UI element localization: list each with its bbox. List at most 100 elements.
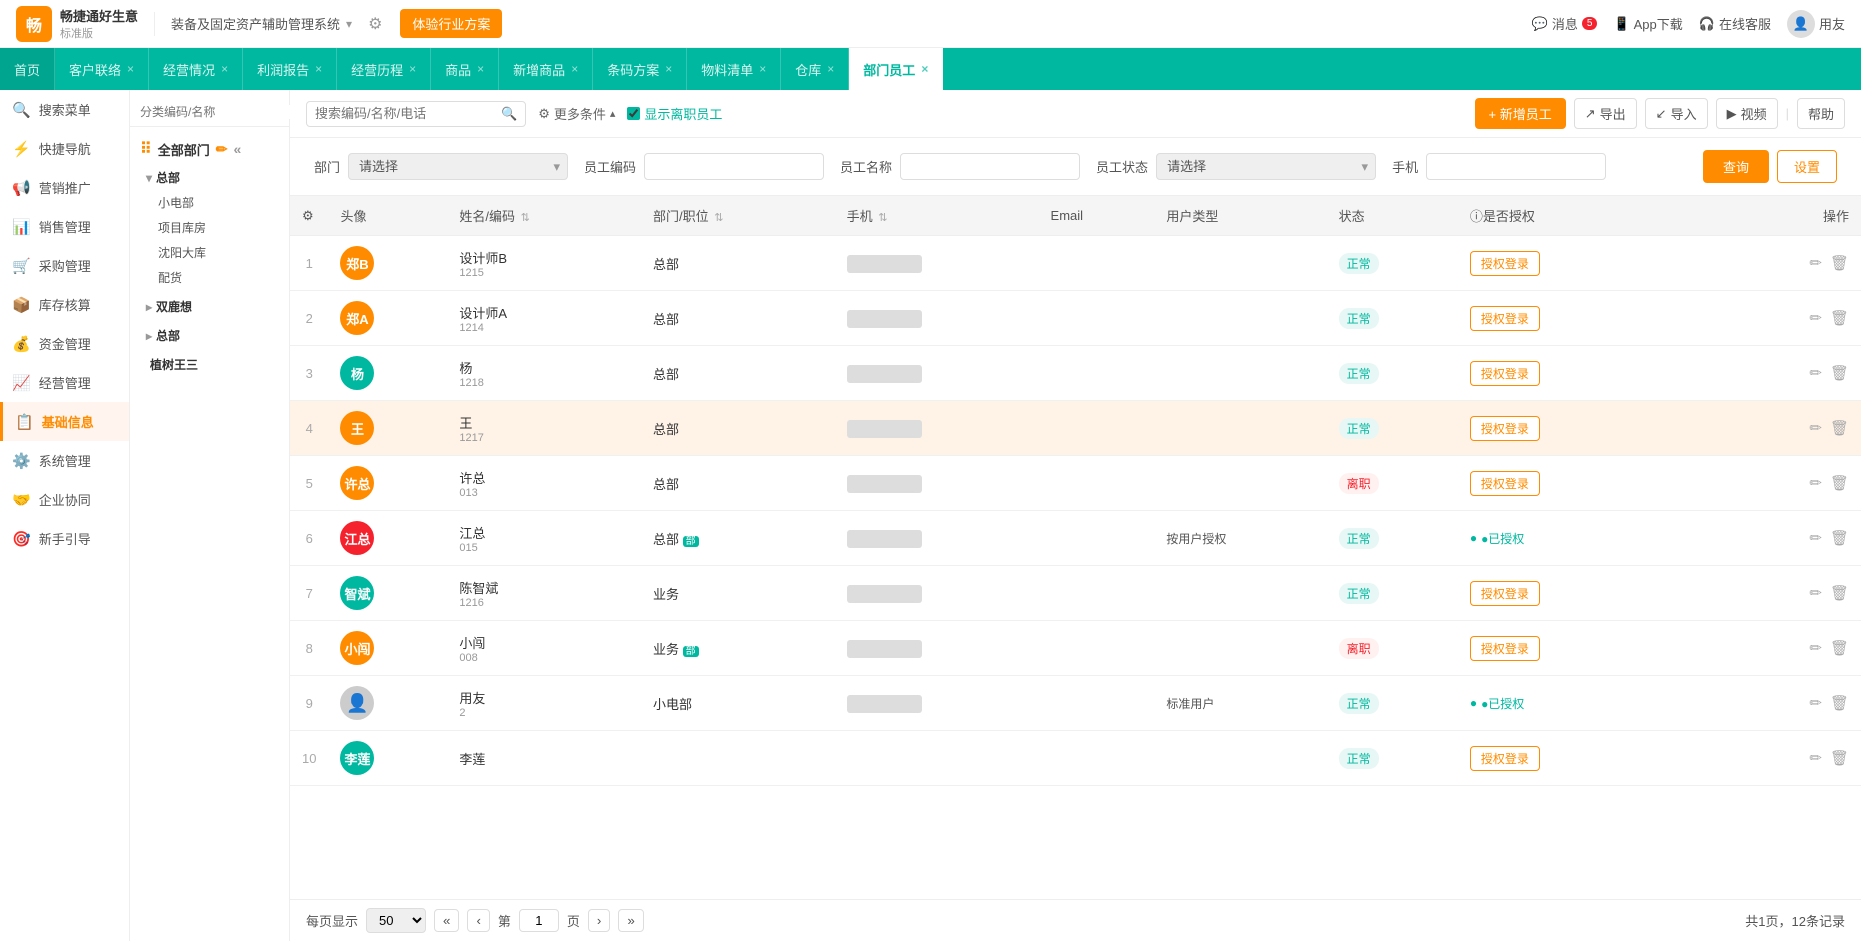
sidebar-item-5[interactable]: 📦库存核算 xyxy=(0,285,129,324)
tab-仓库[interactable]: 仓库× xyxy=(781,48,849,90)
add-employee-button[interactable]: + 新增员工 xyxy=(1475,98,1566,129)
edit-dept-icon[interactable]: ✏ xyxy=(216,141,228,158)
filter-empcode-input[interactable] xyxy=(644,153,824,180)
close-tab-经营历程[interactable]: × xyxy=(409,62,416,76)
tree-group-label-zhishuwangsan[interactable]: 植树王三 xyxy=(130,352,289,377)
edit-btn-2[interactable]: ✏ xyxy=(1809,364,1822,382)
tab-商品[interactable]: 商品× xyxy=(431,48,499,90)
sidebar-item-2[interactable]: 📢营销推广 xyxy=(0,168,129,207)
delete-btn-9[interactable]: 🗑 xyxy=(1830,749,1849,767)
delete-btn-5[interactable]: 🗑 xyxy=(1830,529,1849,547)
trial-button[interactable]: 体验行业方案 xyxy=(400,9,502,38)
query-button[interactable]: 查询 xyxy=(1703,150,1769,183)
filter-dept-select[interactable]: 请选择 xyxy=(348,153,568,180)
close-tab-利润报告[interactable]: × xyxy=(315,62,322,76)
sidebar-item-10[interactable]: 🤝企业协同 xyxy=(0,480,129,519)
close-tab-部门员工[interactable]: × xyxy=(921,62,928,76)
prev-page-btn[interactable]: ‹ xyxy=(467,909,489,932)
sidebar-item-0[interactable]: 🔍搜索菜单 xyxy=(0,90,129,129)
message-btn[interactable]: 💬 消息 5 xyxy=(1532,14,1598,33)
close-tab-客户联络[interactable]: × xyxy=(127,62,134,76)
collapse-btn[interactable]: « xyxy=(233,141,241,157)
tab-部门员工[interactable]: 部门员工× xyxy=(849,48,943,90)
auth-btn-1[interactable]: 授权登录 xyxy=(1470,306,1540,331)
edit-btn-8[interactable]: ✏ xyxy=(1809,694,1822,712)
auth-btn-2[interactable]: 授权登录 xyxy=(1470,361,1540,386)
user-btn[interactable]: 👤 用友 xyxy=(1787,10,1845,38)
auth-btn-7[interactable]: 授权登录 xyxy=(1470,636,1540,661)
import-button[interactable]: ↙ 导入 xyxy=(1645,98,1708,129)
filter-phone-input[interactable] xyxy=(1426,153,1606,180)
gear-btn[interactable]: ⚙ xyxy=(368,14,382,34)
filter-empname-input[interactable] xyxy=(900,153,1080,180)
tab-首页[interactable]: 首页 xyxy=(0,48,55,90)
export-button[interactable]: ↗ 导出 xyxy=(1574,98,1637,129)
tree-leaf-xiangmukufang[interactable]: 项目库房 xyxy=(130,215,289,240)
delete-btn-0[interactable]: 🗑 xyxy=(1830,254,1849,272)
tree-group-label-zongbu2[interactable]: ▸总部 xyxy=(130,323,289,348)
sidebar-item-9[interactable]: ⚙️系统管理 xyxy=(0,441,129,480)
tab-经营情况[interactable]: 经营情况× xyxy=(149,48,243,90)
tab-条码方案[interactable]: 条码方案× xyxy=(593,48,687,90)
first-page-btn[interactable]: « xyxy=(434,909,459,932)
tree-group-label-shuangluxiang[interactable]: ▸双鹿想 xyxy=(130,294,289,319)
sidebar-item-7[interactable]: 📈经营管理 xyxy=(0,363,129,402)
sidebar-item-8[interactable]: 📋基础信息 xyxy=(0,402,129,441)
edit-btn-5[interactable]: ✏ xyxy=(1809,529,1822,547)
close-tab-物料清单[interactable]: × xyxy=(759,62,766,76)
tree-group-label-zongbu[interactable]: ▾总部 xyxy=(130,165,289,190)
auth-btn-4[interactable]: 授权登录 xyxy=(1470,471,1540,496)
auth-btn-3[interactable]: 授权登录 xyxy=(1470,416,1540,441)
edit-btn-7[interactable]: ✏ xyxy=(1809,639,1822,657)
delete-btn-7[interactable]: 🗑 xyxy=(1830,639,1849,657)
auth-btn-0[interactable]: 授权登录 xyxy=(1470,251,1540,276)
sidebar-item-1[interactable]: ⚡快捷导航 xyxy=(0,129,129,168)
delete-btn-2[interactable]: 🗑 xyxy=(1830,364,1849,382)
edit-btn-6[interactable]: ✏ xyxy=(1809,584,1822,602)
auth-btn-9[interactable]: 授权登录 xyxy=(1470,746,1540,771)
close-tab-仓库[interactable]: × xyxy=(827,62,834,76)
edit-btn-0[interactable]: ✏ xyxy=(1809,254,1822,272)
close-tab-商品[interactable]: × xyxy=(477,62,484,76)
sidebar-item-6[interactable]: 💰资金管理 xyxy=(0,324,129,363)
delete-btn-6[interactable]: 🗑 xyxy=(1830,584,1849,602)
delete-btn-8[interactable]: 🗑 xyxy=(1830,694,1849,712)
sidebar-item-4[interactable]: 🛒采购管理 xyxy=(0,246,129,285)
close-tab-新增商品[interactable]: × xyxy=(571,62,578,76)
filter-more-btn[interactable]: ⚙ 更多条件 ▴ xyxy=(538,104,615,123)
filter-status-select[interactable]: 请选择 xyxy=(1156,153,1376,180)
edit-btn-1[interactable]: ✏ xyxy=(1809,309,1822,327)
delete-btn-3[interactable]: 🗑 xyxy=(1830,419,1849,437)
tab-新增商品[interactable]: 新增商品× xyxy=(499,48,593,90)
online-service-btn[interactable]: 🎧 在线客服 xyxy=(1699,14,1771,33)
edit-btn-4[interactable]: ✏ xyxy=(1809,474,1822,492)
auth-btn-6[interactable]: 授权登录 xyxy=(1470,581,1540,606)
tree-leaf-peihuo[interactable]: 配货 xyxy=(130,265,289,290)
dept-search-input[interactable] xyxy=(140,105,295,119)
tab-经营历程[interactable]: 经营历程× xyxy=(337,48,431,90)
sidebar-item-3[interactable]: 📊销售管理 xyxy=(0,207,129,246)
last-page-btn[interactable]: » xyxy=(618,909,643,932)
search-input[interactable] xyxy=(315,106,495,121)
tab-利润报告[interactable]: 利润报告× xyxy=(243,48,337,90)
help-button[interactable]: 帮助 xyxy=(1797,98,1845,129)
edit-btn-9[interactable]: ✏ xyxy=(1809,749,1822,767)
settings-button[interactable]: 设置 xyxy=(1777,150,1837,183)
show-resigned-checkbox[interactable] xyxy=(627,107,640,120)
close-tab-条码方案[interactable]: × xyxy=(665,62,672,76)
app-download-btn[interactable]: 📱 App下载 xyxy=(1613,14,1682,33)
edit-btn-3[interactable]: ✏ xyxy=(1809,419,1822,437)
delete-btn-1[interactable]: 🗑 xyxy=(1830,309,1849,327)
tab-物料清单[interactable]: 物料清单× xyxy=(687,48,781,90)
next-page-btn[interactable]: › xyxy=(588,909,610,932)
tree-leaf-xiaodianbu[interactable]: 小电部 xyxy=(130,190,289,215)
delete-btn-4[interactable]: 🗑 xyxy=(1830,474,1849,492)
view-button[interactable]: ▶ 视频 xyxy=(1716,98,1778,129)
search-icon-btn[interactable]: 🔍 xyxy=(501,106,517,122)
close-tab-经营情况[interactable]: × xyxy=(221,62,228,76)
tree-leaf-shenyangdaku[interactable]: 沈阳大库 xyxy=(130,240,289,265)
page-input[interactable] xyxy=(519,909,559,932)
page-size-select[interactable]: 10 20 50 100 xyxy=(366,908,426,933)
sidebar-item-11[interactable]: 🎯新手引导 xyxy=(0,519,129,558)
tab-客户联络[interactable]: 客户联络× xyxy=(55,48,149,90)
